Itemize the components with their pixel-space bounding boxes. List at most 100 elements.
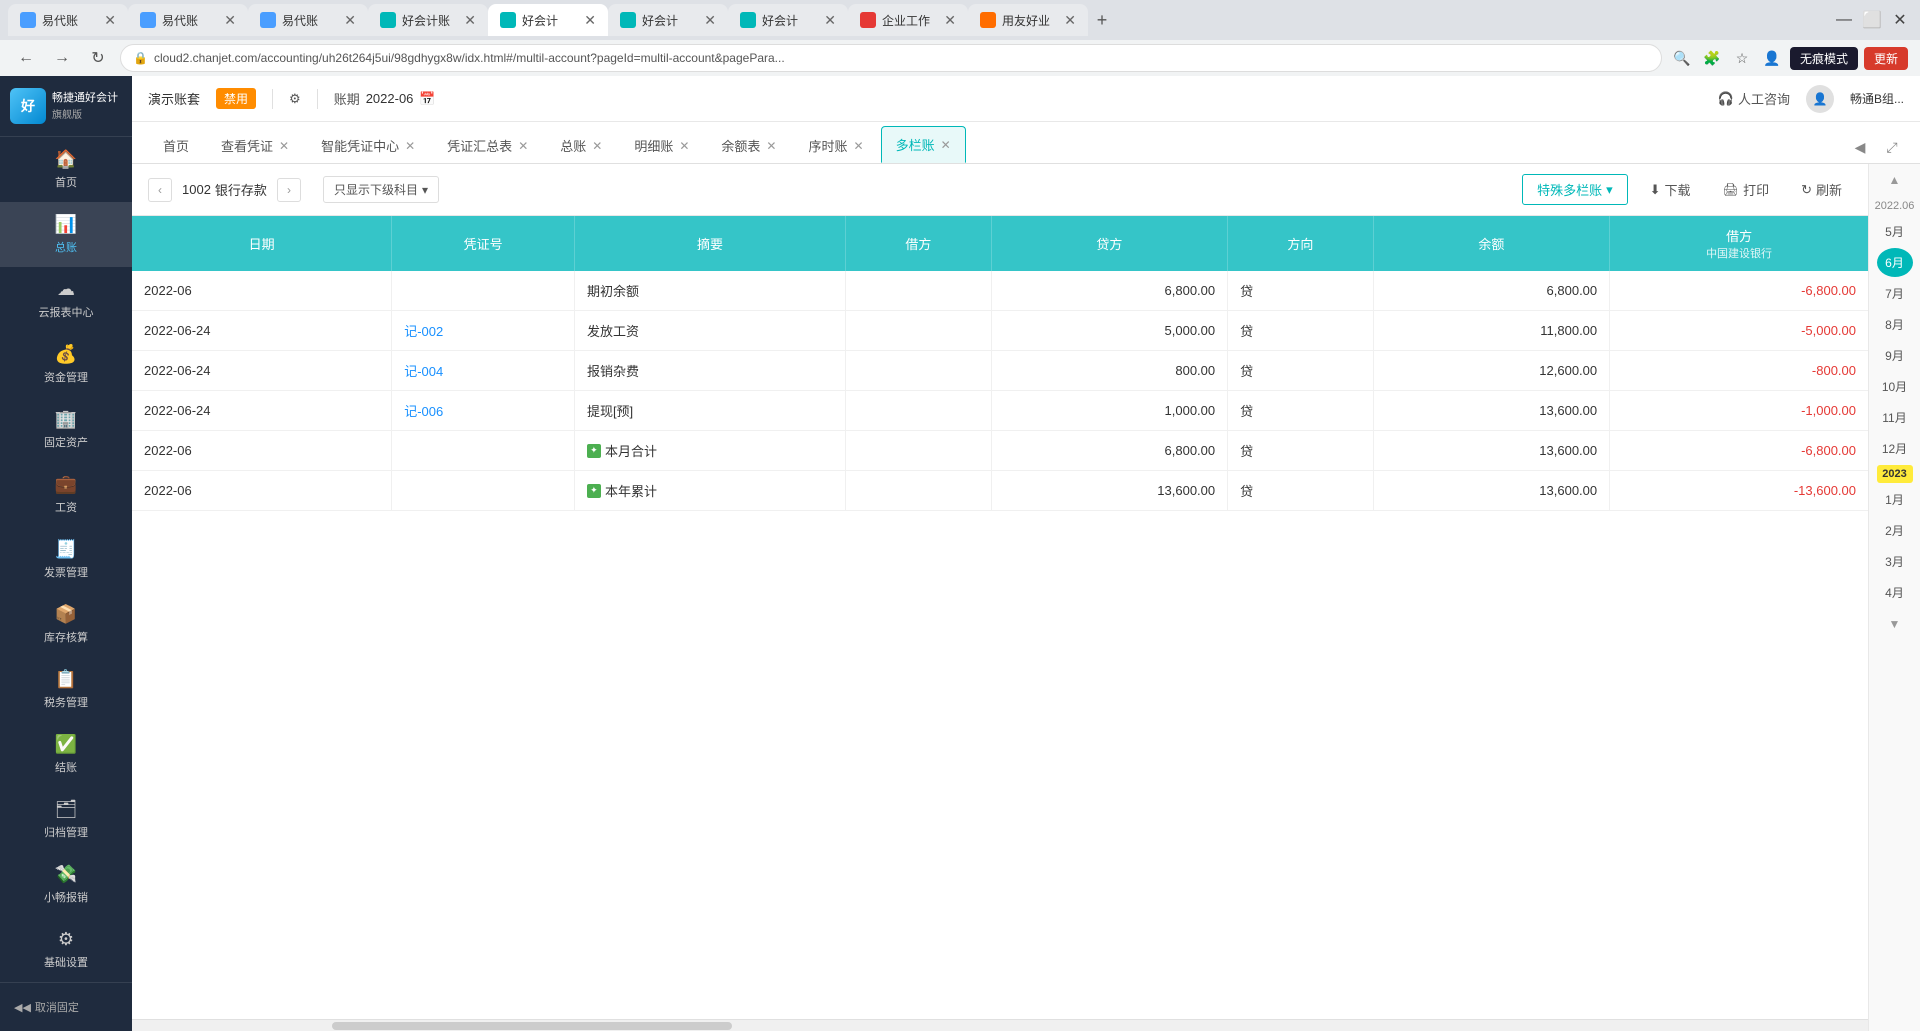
tab-close-1[interactable]: ✕ (104, 12, 116, 29)
sidebar-item-settlement[interactable]: ✅ 结账 (0, 722, 132, 787)
url-input[interactable]: 🔒 cloud2.chanjet.com/accounting/uh26t264… (120, 44, 1662, 72)
account-selector[interactable]: 1002 银行存款 (182, 180, 267, 199)
sidebar-item-fund[interactable]: 💰 资金管理 (0, 332, 132, 397)
tab-detail-ledger[interactable]: 明细账 ✕ (619, 127, 704, 163)
user-avatar[interactable]: 👤 (1806, 85, 1834, 113)
sidebar-item-archive[interactable]: 🗂 归档管理 (0, 787, 132, 852)
tab-detail-ledger-close[interactable]: ✕ (679, 139, 689, 153)
month-nav-down-button[interactable]: ▼ (1877, 612, 1913, 636)
browser-tab-4[interactable]: 好会计账 ✕ (368, 4, 488, 36)
cell-voucher-2[interactable]: 记-004 (392, 351, 575, 391)
sidebar-item-expense[interactable]: 💸 小畅报销 (0, 852, 132, 917)
collapse-panel-button[interactable]: ◀ (1848, 135, 1872, 159)
new-tab-button[interactable]: + (1088, 6, 1116, 34)
tab-close-6[interactable]: ✕ (704, 12, 716, 29)
month-item-jun-2022[interactable]: 6月 (1877, 248, 1913, 277)
settings-toolbar-item[interactable]: ⚙ (289, 91, 301, 107)
tab-close-4[interactable]: ✕ (464, 12, 476, 29)
month-item-dec-2022[interactable]: 12月 (1877, 434, 1913, 463)
month-item-mar-2023[interactable]: 3月 (1877, 547, 1913, 576)
browser-tab-6[interactable]: 好会计 ✕ (608, 4, 728, 36)
next-account-button[interactable]: › (277, 178, 301, 202)
tab-view-voucher-close[interactable]: ✕ (279, 139, 289, 153)
browser-tab-7[interactable]: 好会计 ✕ (728, 4, 848, 36)
tab-close-2[interactable]: ✕ (224, 12, 236, 29)
sidebar-item-general[interactable]: 📊 总账 (0, 202, 132, 267)
tab-close-3[interactable]: ✕ (344, 12, 356, 29)
browser-tab-9[interactable]: 用友好业 ✕ (968, 4, 1088, 36)
tab-smart-voucher[interactable]: 智能凭证中心 ✕ (306, 127, 430, 163)
print-button[interactable]: 🖨 打印 (1713, 175, 1780, 204)
refresh-button[interactable]: ↻ (84, 44, 112, 72)
browser-tab-3[interactable]: 易代账 ✕ (248, 4, 368, 36)
sidebar-item-settings[interactable]: ⚙ 基础设置 (0, 917, 132, 982)
period-selector[interactable]: 账期 2022-06 📅 (334, 89, 436, 108)
tab-voucher-summary[interactable]: 凭证汇总表 ✕ (432, 127, 543, 163)
extension-icon[interactable]: 🧩 (1700, 46, 1724, 70)
month-item-feb-2023[interactable]: 2月 (1877, 516, 1913, 545)
sidebar-item-fixed-assets[interactable]: 🏢 固定资产 (0, 397, 132, 462)
voucher-link-1[interactable]: 记-002 (404, 324, 443, 339)
tab-close-8[interactable]: ✕ (944, 12, 956, 29)
expand-panel-button[interactable]: ⤢ (1880, 135, 1904, 159)
forward-button[interactable]: → (48, 44, 76, 72)
minimize-button[interactable]: — (1832, 8, 1856, 32)
tab-close-9[interactable]: ✕ (1064, 12, 1076, 29)
sidebar-item-cloud-report[interactable]: ☁ 云报表中心 (0, 267, 132, 332)
close-window-button[interactable]: ✕ (1888, 8, 1912, 32)
unpin-button[interactable]: ◀◀ 取消固定 (10, 993, 122, 1021)
browser-chrome: 易代账 ✕ 易代账 ✕ 易代账 ✕ 好会计账 ✕ 好会计 ✕ 好会计 ✕ 好会计… (0, 0, 1920, 40)
browser-tab-5[interactable]: 好会计 ✕ (488, 4, 608, 36)
month-nav-up-button[interactable]: ▲ (1877, 168, 1913, 192)
refresh-button[interactable]: ↻ 刷新 (1791, 175, 1852, 204)
maximize-button[interactable]: ⬜ (1860, 8, 1884, 32)
month-item-apr-2023[interactable]: 4月 (1877, 578, 1913, 607)
horizontal-scrollbar[interactable] (132, 1019, 1868, 1031)
back-button[interactable]: ← (12, 44, 40, 72)
sidebar-item-payroll[interactable]: 💼 工资 (0, 462, 132, 527)
browser-tab-2[interactable]: 易代账 ✕ (128, 4, 248, 36)
period-value: 2022-06 (366, 91, 414, 106)
voucher-link-2[interactable]: 记-004 (404, 364, 443, 379)
tab-voucher-summary-close[interactable]: ✕ (518, 139, 528, 153)
tab-general-ledger[interactable]: 总账 ✕ (545, 127, 617, 163)
cell-voucher-3[interactable]: 记-006 (392, 391, 575, 431)
tab-smart-voucher-close[interactable]: ✕ (405, 139, 415, 153)
month-item-nov-2022[interactable]: 11月 (1877, 403, 1913, 432)
favorites-icon[interactable]: ☆ (1730, 46, 1754, 70)
month-item-sep-2022[interactable]: 9月 (1877, 341, 1913, 370)
sidebar-item-inventory[interactable]: 📦 库存核算 (0, 592, 132, 657)
tab-balance-table-close[interactable]: ✕ (766, 139, 776, 153)
tab-close-7[interactable]: ✕ (824, 12, 836, 29)
scrollbar-thumb[interactable] (332, 1022, 732, 1030)
month-item-jul-2022[interactable]: 7月 (1877, 279, 1913, 308)
tab-multi-column[interactable]: 多栏账 ✕ (881, 126, 966, 163)
month-item-aug-2022[interactable]: 8月 (1877, 310, 1913, 339)
profile-icon[interactable]: 👤 (1760, 46, 1784, 70)
tab-home[interactable]: 首页 (148, 127, 204, 163)
month-item-oct-2022[interactable]: 10月 (1877, 372, 1913, 401)
sidebar-item-tax[interactable]: 📋 税务管理 (0, 657, 132, 722)
tab-close-5[interactable]: ✕ (584, 12, 596, 29)
special-multi-column-button[interactable]: 特殊多栏账 ▾ (1522, 174, 1628, 205)
tab-view-voucher[interactable]: 查看凭证 ✕ (206, 127, 304, 163)
tab-multi-column-close[interactable]: ✕ (941, 138, 951, 152)
tab-general-ledger-close[interactable]: ✕ (592, 139, 602, 153)
update-button[interactable]: 更新 (1864, 47, 1908, 70)
tab-sequence-ledger[interactable]: 序时账 ✕ (793, 127, 878, 163)
consult-button[interactable]: 🎧 人工咨询 (1718, 89, 1790, 108)
voucher-link-3[interactable]: 记-006 (404, 404, 443, 419)
search-icon[interactable]: 🔍 (1670, 46, 1694, 70)
browser-tab-8[interactable]: 企业工作 ✕ (848, 4, 968, 36)
tab-balance-table[interactable]: 余额表 ✕ (706, 127, 791, 163)
cell-voucher-1[interactable]: 记-002 (392, 311, 575, 351)
month-item-may-2022[interactable]: 5月 (1877, 217, 1913, 246)
tab-sequence-ledger-close[interactable]: ✕ (854, 139, 864, 153)
sidebar-item-invoice[interactable]: 🧾 发票管理 (0, 527, 132, 592)
prev-account-button[interactable]: ‹ (148, 178, 172, 202)
filter-dropdown[interactable]: 只显示下级科目 ▾ (323, 176, 439, 203)
month-item-jan-2023[interactable]: 1月 (1877, 485, 1913, 514)
download-button[interactable]: ⬇ 下载 (1640, 175, 1701, 204)
browser-tab-1[interactable]: 易代账 ✕ (8, 4, 128, 36)
sidebar-item-home[interactable]: 🏠 首页 (0, 137, 132, 202)
